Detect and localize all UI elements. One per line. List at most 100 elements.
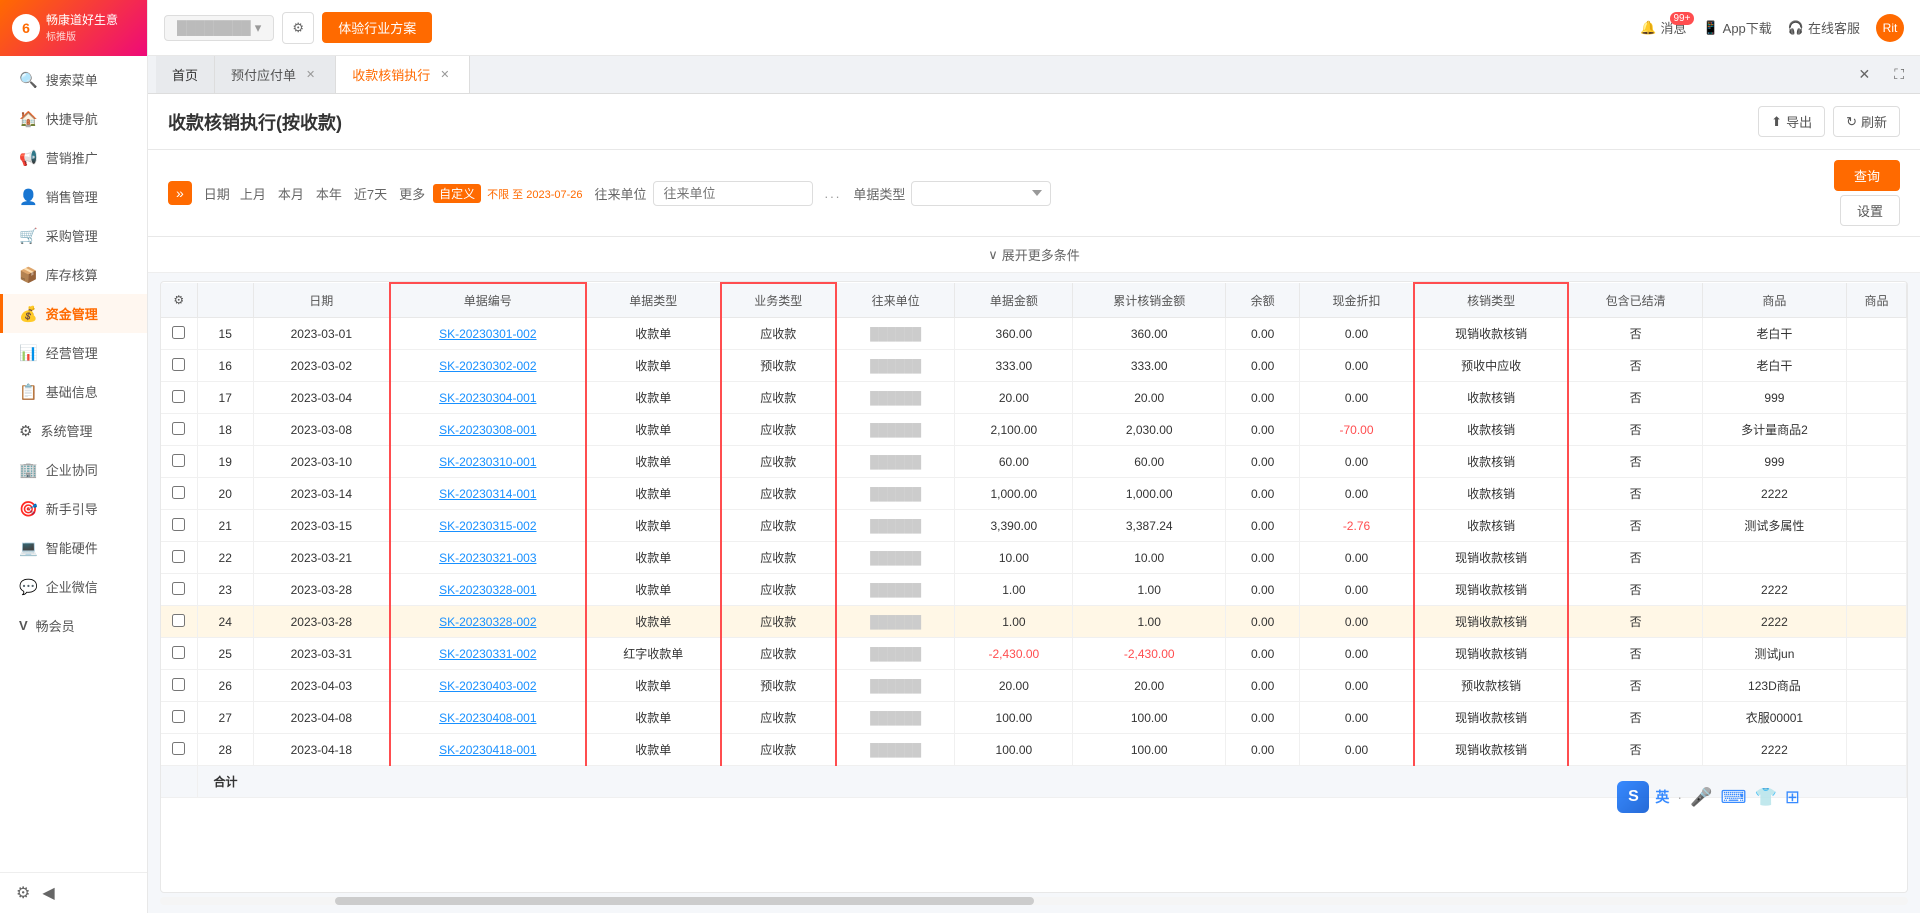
cell-bianhao[interactable]: SK-20230403-002 (390, 670, 586, 702)
cell-goods2 (1847, 446, 1907, 478)
cell-bianhao[interactable]: SK-20230328-002 (390, 606, 586, 638)
row-checkbox[interactable] (172, 614, 185, 627)
date-this-year[interactable]: 本年 (312, 182, 346, 205)
row-checkbox[interactable] (172, 358, 185, 371)
cell-bianhao[interactable]: SK-20230310-001 (390, 446, 586, 478)
cell-checkbox[interactable] (161, 478, 197, 510)
col-header-cumulative: 累计核销金额 (1073, 283, 1226, 318)
sidebar-item-inventory[interactable]: 📦 库存核算 (0, 255, 147, 294)
tab-receipt-close[interactable]: ✕ (436, 66, 453, 83)
horizontal-scrollbar[interactable] (160, 897, 1908, 905)
sidebar-item-member[interactable]: V 畅会员 (0, 606, 147, 645)
tab-close-button[interactable]: ✕ (1850, 62, 1878, 87)
setting-button[interactable]: 设置 (1840, 195, 1900, 226)
cell-checkbox[interactable] (161, 638, 197, 670)
cell-checkbox[interactable] (161, 542, 197, 574)
cell-bianhao[interactable]: SK-20230408-001 (390, 702, 586, 734)
sidebar-label-search: 搜索菜单 (46, 70, 98, 89)
sidebar-item-finance[interactable]: 💰 资金管理 (0, 294, 147, 333)
row-checkbox[interactable] (172, 454, 185, 467)
cell-seq: 25 (197, 638, 253, 670)
cell-checkbox[interactable] (161, 510, 197, 542)
cell-bianhao[interactable]: SK-20230314-001 (390, 478, 586, 510)
sidebar-item-search[interactable]: 🔍 搜索菜单 (0, 60, 147, 99)
expand-more-button[interactable]: ∨ 展开更多条件 (980, 241, 1088, 268)
cell-checkbox[interactable] (161, 350, 197, 382)
sidebar-item-sales[interactable]: 👤 销售管理 (0, 177, 147, 216)
sidebar-item-guide[interactable]: 🎯 新手引导 (0, 489, 147, 528)
cell-danjuleixing: 收款单 (586, 670, 721, 702)
sidebar-settings-icon[interactable]: ⚙ (16, 883, 30, 903)
tab-prepay[interactable]: 预付应付单 ✕ (215, 56, 336, 93)
row-checkbox[interactable] (172, 710, 185, 723)
cell-checkbox[interactable] (161, 574, 197, 606)
app-download-button[interactable]: 📱 App下载 (1702, 18, 1771, 37)
date-more[interactable]: 更多 (395, 182, 429, 205)
sidebar-item-marketing[interactable]: 📢 营销推广 (0, 138, 147, 177)
row-checkbox[interactable] (172, 518, 185, 531)
date-custom[interactable]: 自定义 (433, 184, 481, 203)
notification-button[interactable]: 🔔 消息 99+ (1640, 18, 1686, 37)
sidebar-item-purchase[interactable]: 🛒 采购管理 (0, 216, 147, 255)
row-checkbox[interactable] (172, 582, 185, 595)
date-7days[interactable]: 近7天 (350, 182, 391, 205)
row-checkbox[interactable] (172, 678, 185, 691)
cell-partner: ██████ (836, 318, 955, 350)
tab-expand-button[interactable]: ⛶ (1886, 62, 1912, 87)
cell-checkbox[interactable] (161, 702, 197, 734)
cell-date: 2023-03-21 (253, 542, 389, 574)
refresh-button[interactable]: ↻ 刷新 (1833, 106, 1900, 137)
partner-input[interactable] (653, 181, 813, 206)
settings-button[interactable]: ⚙ (282, 12, 314, 44)
cell-checkbox[interactable] (161, 382, 197, 414)
cell-bianhao[interactable]: SK-20230418-001 (390, 734, 586, 766)
sidebar-item-hardware[interactable]: 💻 智能硬件 (0, 528, 147, 567)
doctype-select[interactable] (911, 181, 1051, 206)
industry-solution-button[interactable]: 体验行业方案 (322, 12, 432, 43)
date-last-month[interactable]: 上月 (236, 182, 270, 205)
cell-bianhao[interactable]: SK-20230302-002 (390, 350, 586, 382)
sidebar-collapse-icon[interactable]: ◀ (42, 883, 54, 903)
cell-checkbox[interactable] (161, 734, 197, 766)
row-checkbox[interactable] (172, 486, 185, 499)
cell-checkbox[interactable] (161, 670, 197, 702)
cell-bianhao[interactable]: SK-20230308-001 (390, 414, 586, 446)
user-avatar[interactable]: Rit (1876, 14, 1904, 42)
row-checkbox[interactable] (172, 550, 185, 563)
sidebar-item-enterprise[interactable]: 🏢 企业协同 (0, 450, 147, 489)
cell-checkbox[interactable] (161, 606, 197, 638)
cell-checkbox[interactable] (161, 414, 197, 446)
table-row: 18 2023-03-08 SK-20230308-001 收款单 应收款 ██… (161, 414, 1907, 446)
row-checkbox[interactable] (172, 422, 185, 435)
cell-cumulative: 60.00 (1073, 446, 1226, 478)
row-checkbox[interactable] (172, 742, 185, 755)
cell-bianhao[interactable]: SK-20230315-002 (390, 510, 586, 542)
settings-icon[interactable]: ⚙ (173, 293, 184, 307)
sidebar-item-operation[interactable]: 📊 经营管理 (0, 333, 147, 372)
tab-receipt[interactable]: 收款核销执行 ✕ (336, 56, 470, 93)
date-this-month[interactable]: 本月 (274, 182, 308, 205)
row-checkbox[interactable] (172, 390, 185, 403)
query-button[interactable]: 查询 (1834, 160, 1900, 191)
cell-checkbox[interactable] (161, 446, 197, 478)
cell-bianhao[interactable]: SK-20230331-002 (390, 638, 586, 670)
sidebar-item-basic[interactable]: 📋 基础信息 (0, 372, 147, 411)
cell-bianhao[interactable]: SK-20230304-001 (390, 382, 586, 414)
cell-bianhao[interactable]: SK-20230321-003 (390, 542, 586, 574)
sidebar-item-quicknav[interactable]: 🏠 快捷导航 (0, 99, 147, 138)
sidebar-item-wechat[interactable]: 💬 企业微信 (0, 567, 147, 606)
cell-discount: 0.00 (1300, 606, 1414, 638)
workspace-selector[interactable]: ████████ ▾ (164, 15, 274, 41)
online-service-button[interactable]: 🎧 在线客服 (1788, 18, 1860, 37)
tab-home[interactable]: 首页 (156, 56, 215, 93)
cell-bianhao[interactable]: SK-20230301-002 (390, 318, 586, 350)
filter-toggle-button[interactable]: » (168, 181, 192, 205)
row-checkbox[interactable] (172, 326, 185, 339)
tab-prepay-close[interactable]: ✕ (302, 66, 319, 83)
cell-checkbox[interactable] (161, 318, 197, 350)
export-button[interactable]: ⬆ 导出 (1758, 106, 1825, 137)
cell-bianhao[interactable]: SK-20230328-001 (390, 574, 586, 606)
row-checkbox[interactable] (172, 646, 185, 659)
cell-date: 2023-03-28 (253, 606, 389, 638)
sidebar-item-system[interactable]: ⚙ 系统管理 (0, 411, 147, 450)
